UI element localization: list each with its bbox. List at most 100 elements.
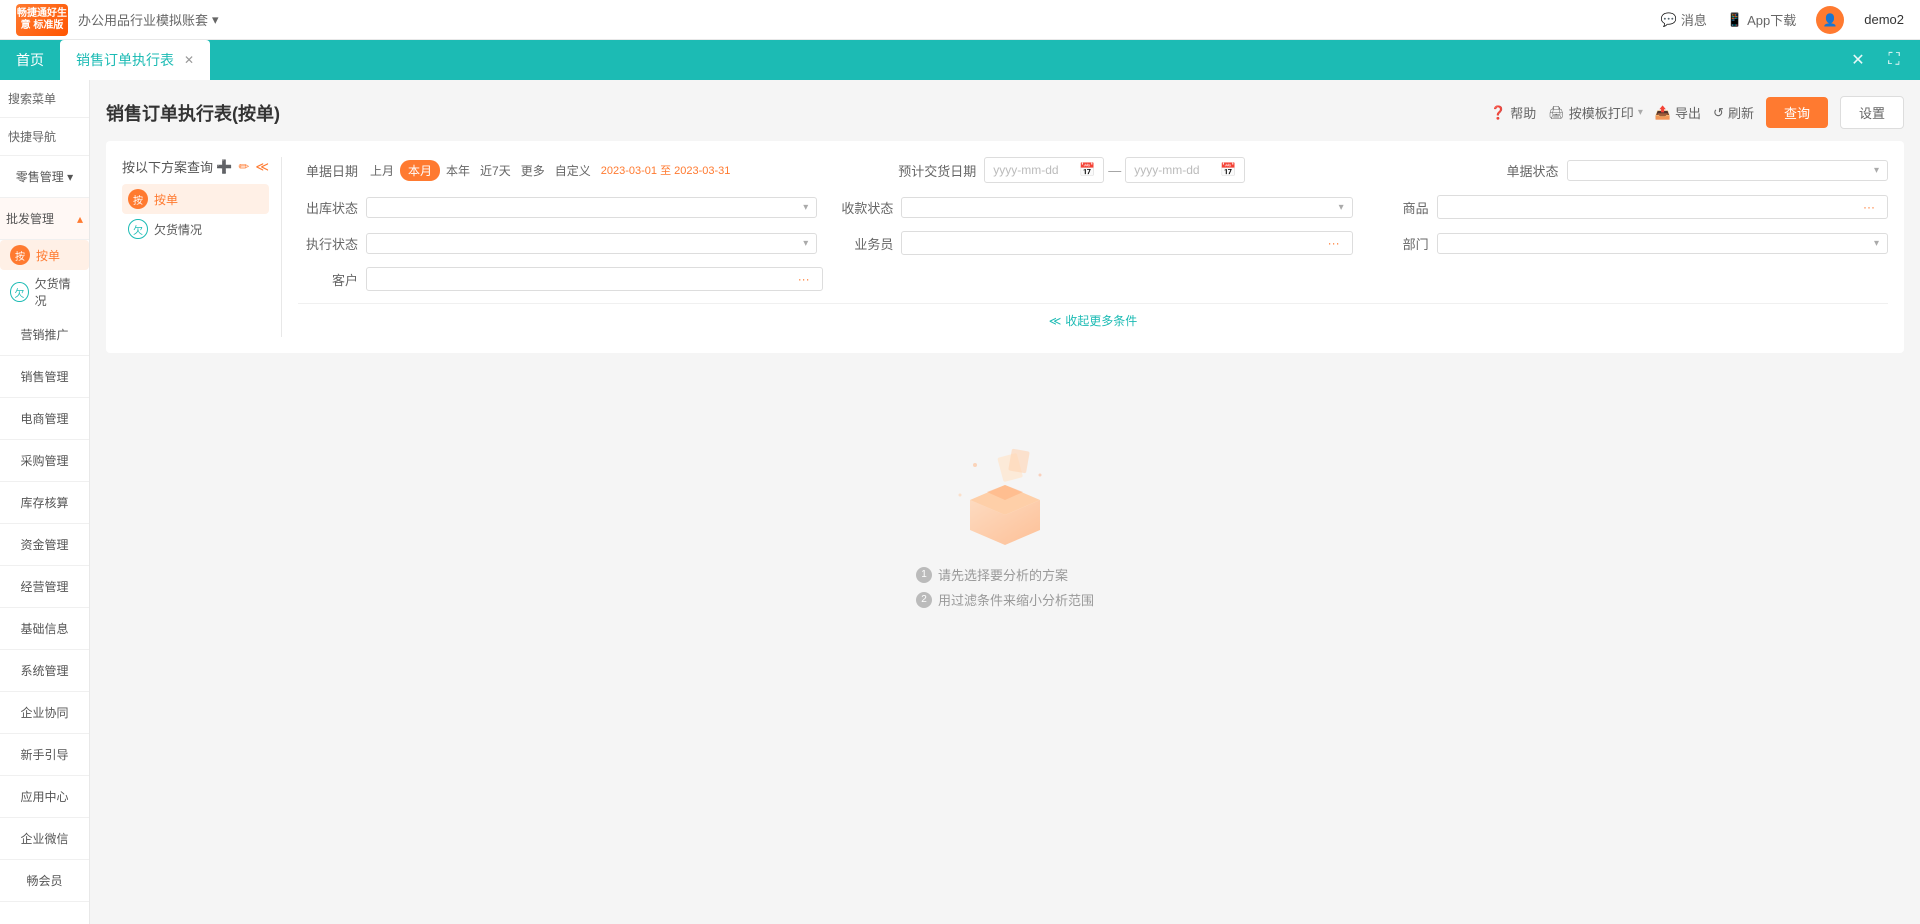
date-tab-本年[interactable]: 本年 (442, 160, 474, 181)
user-name[interactable]: demo2 (1864, 12, 1904, 27)
date-from-placeholder: yyyy-mm-dd (993, 163, 1058, 177)
collapse-bar[interactable]: ≪ 收起更多条件 (298, 303, 1888, 337)
filter-receipt: 收款状态 ▾ (833, 197, 1352, 218)
collapse-label: 收起更多条件 (1065, 312, 1137, 329)
filter-left-title-text: 按以下方案查询 (122, 157, 213, 176)
export-label: 导出 (1675, 103, 1701, 122)
date-from-input[interactable]: yyyy-mm-dd 📅 (984, 157, 1104, 183)
add-schema-icon[interactable]: ➕ (216, 159, 232, 175)
receipt-select[interactable]: ▾ (901, 197, 1352, 218)
schema-item-按单[interactable]: 按 按单 (122, 184, 269, 214)
salesperson-more-icon[interactable]: ··· (1324, 236, 1344, 250)
date-tab-更多[interactable]: 更多 (517, 160, 549, 181)
sidebar-item-member[interactable]: 畅会员 (0, 860, 89, 902)
filter-right: 单据日期 上月 本月 本年 近7天 更多 自定义 (282, 157, 1888, 337)
date-tab-上月[interactable]: 上月 (366, 160, 398, 181)
maximize-btn[interactable]: ⛶ (1880, 46, 1908, 74)
sidebar-item-wechat[interactable]: 企业微信 (0, 818, 89, 860)
sidebar-sub-欠货[interactable]: 欠 欠货情况 (0, 270, 89, 314)
sidebar-item-enterprise[interactable]: 企业协同 (0, 692, 89, 734)
date-to-input[interactable]: yyyy-mm-dd 📅 (1125, 157, 1245, 183)
message-label: 消息 (1681, 10, 1707, 29)
message-action[interactable]: 💬 消息 (1661, 10, 1707, 29)
empty-illustration (945, 445, 1065, 545)
calendar-to-icon: 📅 (1220, 162, 1236, 178)
schema-item-欠货[interactable]: 欠 欠货情况 (122, 214, 269, 244)
filter-department: 部门 ▾ (1369, 233, 1888, 254)
tab-sales-execution[interactable]: 销售订单执行表 ✕ (60, 40, 210, 80)
sidebar-item-ecommerce[interactable]: 电商管理 (0, 398, 89, 440)
filter-panel: 按以下方案查询 ➕ ✏ ≪ 按 按单 欠 (106, 141, 1904, 353)
sidebar-quick-nav[interactable]: 快捷导航 (0, 118, 89, 156)
sidebar-item-system[interactable]: 系统管理 (0, 650, 89, 692)
empty-tip-2: 2 用过滤条件来缩小分析范围 (916, 590, 1094, 609)
app-title[interactable]: 办公用品行业模拟账套 ▾ (78, 10, 219, 29)
date-tab-自定义[interactable]: 自定义 (551, 160, 595, 181)
settings-btn[interactable]: 设置 (1840, 96, 1904, 129)
schema-按单-label: 按单 (154, 191, 178, 208)
refresh-icon: ↺ (1713, 105, 1724, 121)
close-window-btn[interactable]: ✕ (1844, 46, 1872, 74)
tab-home[interactable]: 首页 (0, 40, 60, 80)
sidebar-item-finance[interactable]: 资金管理 (0, 524, 89, 566)
customer-select[interactable]: ··· (366, 267, 823, 291)
sidebar-sub-按单[interactable]: 按 按单 (0, 240, 89, 270)
help-label: 帮助 (1510, 103, 1536, 122)
help-btn[interactable]: ❓ 帮助 (1490, 103, 1536, 122)
date-tab-本月[interactable]: 本月 (400, 160, 440, 181)
sidebar-item-inventory[interactable]: 库存核算 (0, 482, 89, 524)
sidebar-sub-按单-label: 按单 (36, 247, 60, 264)
outbound-dropdown-icon: ▾ (803, 202, 808, 213)
sidebar-item-newbie[interactable]: 新手引导 (0, 734, 89, 776)
empty-tip-1: 1 请先选择要分析的方案 (916, 565, 1094, 584)
sidebar-item-basic[interactable]: 基础信息 (0, 608, 89, 650)
sidebar-item-wholesale[interactable]: 批发管理 ▴ (0, 198, 89, 240)
sidebar-member-label: 畅会员 (26, 874, 62, 888)
export-btn[interactable]: 📤 导出 (1655, 103, 1701, 122)
salesperson-select[interactable]: ··· (901, 231, 1352, 255)
avatar[interactable]: 👤 (1816, 6, 1844, 34)
filter-row-1: 单据日期 上月 本月 本年 近7天 更多 自定义 (298, 157, 1888, 183)
date-to-placeholder: yyyy-mm-dd (1134, 163, 1199, 177)
single-status-select[interactable]: ▾ (1567, 160, 1889, 181)
sidebar-finance-label: 资金管理 (20, 538, 68, 552)
app-title-text: 办公用品行业模拟账套 (78, 10, 208, 29)
tab-close-icon[interactable]: ✕ (184, 53, 194, 67)
sidebar-item-operations[interactable]: 经营管理 (0, 566, 89, 608)
product-more-icon[interactable]: ··· (1859, 200, 1879, 214)
top-bar-right: 💬 消息 📱 App下载 👤 demo2 (1661, 6, 1904, 34)
sidebar-item-purchase[interactable]: 采购管理 (0, 440, 89, 482)
filter-row-3: 执行状态 ▾ 业务员 ··· (298, 231, 1888, 255)
department-select[interactable]: ▾ (1437, 233, 1888, 254)
main-layout: 搜索菜单 快捷导航 零售管理 ▾ 批发管理 ▴ 按 按单 欠 欠货情况 营销推广… (0, 80, 1920, 924)
filter-row-4: 客户 ··· (298, 267, 1888, 291)
single-status-label: 单据状态 (1499, 161, 1559, 180)
receipt-dropdown-icon: ▾ (1339, 202, 1344, 213)
filter-customer: 客户 ··· (298, 267, 823, 291)
print-btn[interactable]: 🖨 按模板打印 ▾ (1548, 103, 1643, 122)
app-download-action[interactable]: 📱 App下载 (1727, 10, 1796, 29)
edit-schema-icon[interactable]: ✏ (238, 159, 249, 175)
avatar-icon: 👤 (1823, 13, 1838, 27)
filter-single-date: 单据日期 上月 本月 本年 近7天 更多 自定义 (298, 160, 882, 181)
execution-select[interactable]: ▾ (366, 233, 817, 254)
export-icon: 📤 (1655, 105, 1671, 121)
print-icon: 🖨 (1548, 105, 1565, 121)
customer-more-icon[interactable]: ··· (794, 272, 814, 286)
collapse-arrow-icon: ≪ (1049, 314, 1062, 328)
query-btn[interactable]: 查询 (1766, 97, 1828, 128)
collapse-schema-icon[interactable]: ≪ (255, 159, 269, 175)
sidebar-search-menu[interactable]: 搜索菜单 (0, 80, 89, 118)
sidebar-item-appcenter[interactable]: 应用中心 (0, 776, 89, 818)
product-select[interactable]: ··· (1437, 195, 1888, 219)
tip-badge-1: 1 (916, 567, 932, 583)
empty-tips: 1 请先选择要分析的方案 2 用过滤条件来缩小分析范围 (916, 565, 1094, 615)
sidebar-item-marketing[interactable]: 营销推广 (0, 314, 89, 356)
date-tab-近7天[interactable]: 近7天 (476, 160, 515, 181)
outbound-select[interactable]: ▾ (366, 197, 817, 218)
tab-bar: 首页 销售订单执行表 ✕ ✕ ⛶ (0, 40, 1920, 80)
refresh-btn[interactable]: ↺ 刷新 (1713, 103, 1754, 122)
filter-product: 商品 ··· (1369, 195, 1888, 219)
sidebar-item-sales[interactable]: 销售管理 (0, 356, 89, 398)
sidebar-item-retail[interactable]: 零售管理 ▾ (0, 156, 89, 198)
